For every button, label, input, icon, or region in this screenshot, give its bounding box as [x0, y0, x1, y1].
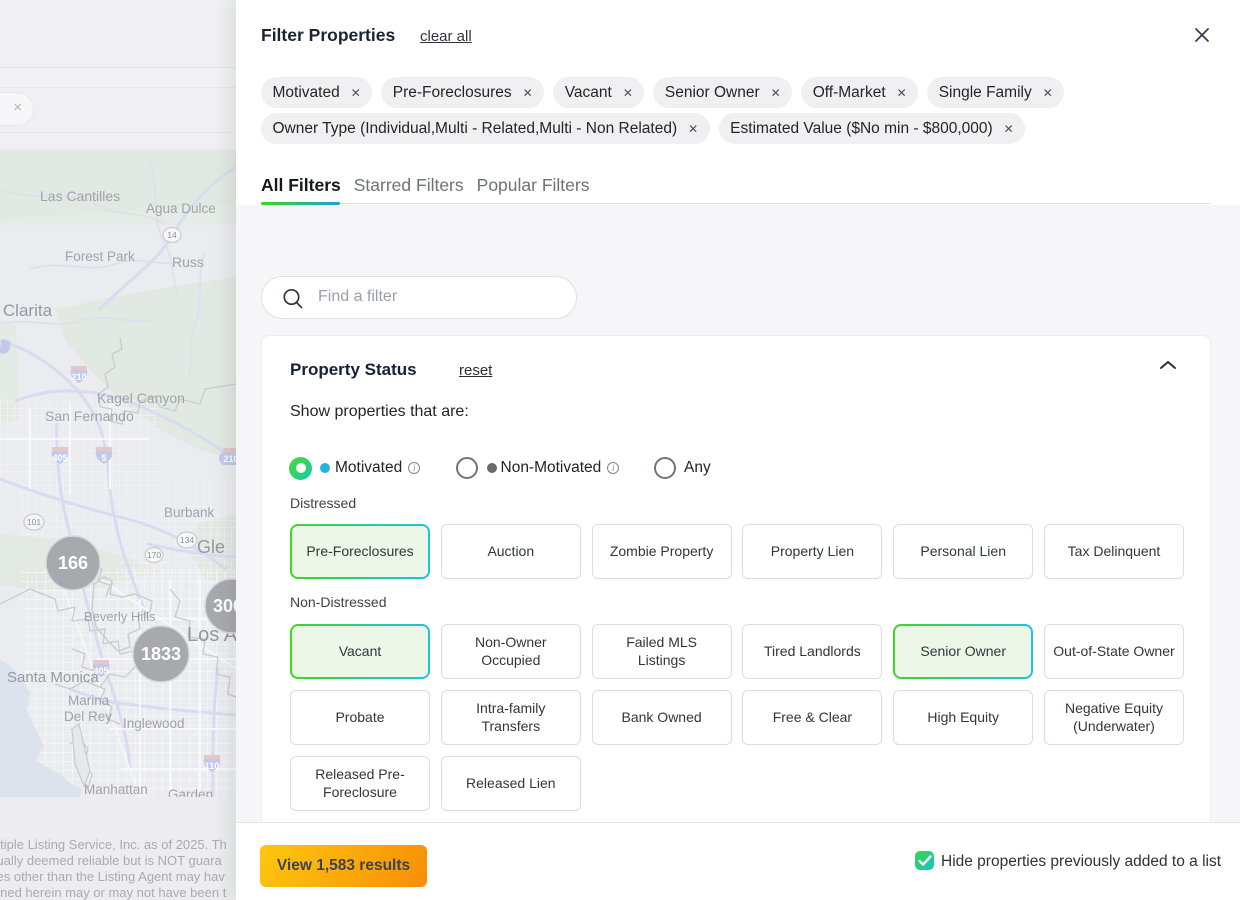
svg-text:Agua Dulce: Agua Dulce	[146, 201, 216, 216]
svg-text:14: 14	[167, 230, 177, 240]
svg-text:Kagel Canyon: Kagel Canyon	[97, 390, 185, 406]
svg-text:166: 166	[58, 553, 88, 573]
svg-text:San Fernando: San Fernando	[45, 408, 134, 424]
svg-text:Manhattan: Manhattan	[84, 782, 148, 797]
svg-text:Russ: Russ	[172, 254, 204, 270]
svg-text:405: 405	[93, 666, 108, 676]
svg-text:134: 134	[180, 535, 194, 545]
svg-text:210: 210	[71, 372, 86, 382]
svg-text:101: 101	[27, 517, 41, 527]
svg-text:ta Clarita: ta Clarita	[0, 301, 53, 320]
svg-text:Burbank: Burbank	[164, 505, 215, 520]
svg-text:Beverly Hills: Beverly Hills	[84, 609, 156, 624]
svg-text:5: 5	[101, 453, 106, 463]
svg-text:Inglewood: Inglewood	[123, 716, 185, 731]
svg-text:Santa Monica: Santa Monica	[7, 669, 99, 686]
svg-text:170: 170	[147, 550, 161, 560]
svg-text:110: 110	[205, 761, 220, 771]
svg-text:1833: 1833	[141, 644, 181, 664]
svg-text:Forest Park: Forest Park	[65, 249, 135, 264]
svg-text:405: 405	[52, 453, 67, 463]
svg-text:Del Rey: Del Rey	[64, 709, 112, 724]
svg-text:300: 300	[213, 596, 236, 616]
svg-text:Marina: Marina	[68, 693, 110, 708]
svg-text:Garden: Garden	[168, 787, 213, 797]
svg-text:Las Cantilles: Las Cantilles	[40, 188, 120, 204]
svg-text:210: 210	[223, 454, 236, 464]
svg-text:Gle: Gle	[197, 537, 225, 557]
